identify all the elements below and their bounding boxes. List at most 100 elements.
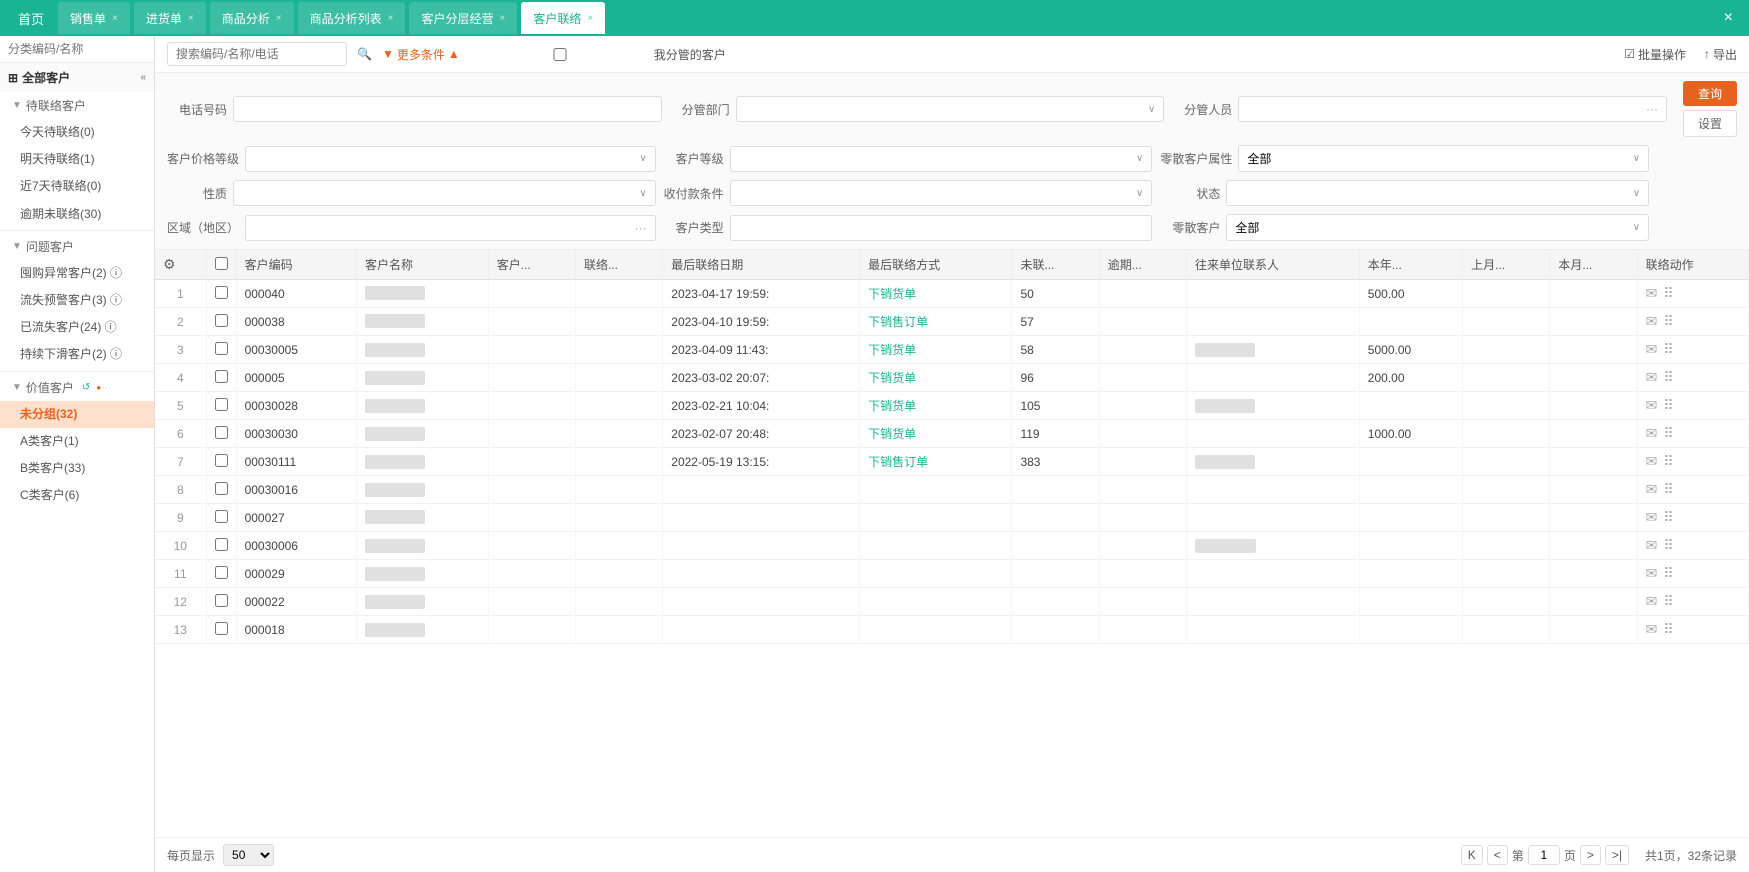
last-contact-method-cell[interactable]: 下销货单 (860, 280, 1012, 308)
more-actions-icon[interactable]: ⠿ (1663, 509, 1673, 526)
per-page-select[interactable]: 50 100 200 (223, 844, 274, 866)
select-all-checkbox[interactable] (215, 257, 228, 270)
all-customers-header[interactable]: ⊞ 全部客户 « (0, 63, 154, 92)
message-icon[interactable]: ✉ (1646, 481, 1658, 498)
value-customers-group[interactable]: ▼ 价值客户 ↺ ● (0, 374, 154, 401)
last-contact-method-cell[interactable] (860, 532, 1012, 560)
first-page-button[interactable]: K (1461, 845, 1483, 865)
last-contact-method-link[interactable]: 下销售订单 (868, 315, 928, 329)
row-checkbox[interactable] (215, 370, 228, 383)
last-contact-method-cell[interactable]: 下销货单 (860, 420, 1012, 448)
last-contact-method-link[interactable]: 下销货单 (868, 399, 916, 413)
last-contact-method-link[interactable]: 下销货单 (868, 287, 916, 301)
sidebar-search-input[interactable] (8, 42, 155, 56)
message-icon[interactable]: ✉ (1646, 565, 1658, 582)
row-checkbox-cell[interactable] (206, 336, 236, 364)
tab-product-analysis[interactable]: 商品分析 × (210, 2, 294, 34)
row-checkbox[interactable] (215, 342, 228, 355)
message-icon[interactable]: ✉ (1646, 453, 1658, 470)
tab-customer-segmentation[interactable]: 客户分层经营 × (409, 2, 517, 34)
more-actions-icon[interactable]: ⠿ (1663, 397, 1673, 414)
message-icon[interactable]: ✉ (1646, 621, 1658, 638)
class-b-item[interactable]: B类客户(33) (0, 455, 154, 482)
my-customers-checkbox[interactable] (470, 48, 650, 61)
more-actions-icon[interactable]: ⠿ (1663, 369, 1673, 386)
row-checkbox[interactable] (215, 454, 228, 467)
manager-input[interactable]: ··· (1238, 96, 1667, 122)
row-checkbox-cell[interactable] (206, 616, 236, 644)
unclassified-group-item[interactable]: 未分组(32) (0, 401, 154, 428)
row-checkbox-cell[interactable] (206, 476, 236, 504)
row-checkbox-cell[interactable] (206, 560, 236, 588)
message-icon[interactable]: ✉ (1646, 369, 1658, 386)
row-checkbox-cell[interactable] (206, 392, 236, 420)
next-page-button[interactable]: > (1580, 845, 1601, 865)
problem-customers-group[interactable]: ▼ 问题客户 (0, 233, 154, 260)
search-input[interactable] (167, 42, 347, 66)
class-a-item[interactable]: A类客户(1) (0, 428, 154, 455)
last-contact-method-cell[interactable] (860, 504, 1012, 532)
last-contact-method-cell[interactable] (860, 560, 1012, 588)
col-select-all[interactable] (206, 250, 236, 280)
tomorrow-pending-item[interactable]: 明天待联络(1) (0, 146, 154, 173)
row-checkbox[interactable] (215, 482, 228, 495)
retail-attr-input[interactable]: 全部∨ (1238, 145, 1649, 172)
row-checkbox[interactable] (215, 510, 228, 523)
more-conditions-button[interactable]: ▼ 更多条件 ▲ (382, 46, 460, 63)
col-gear[interactable]: ⚙ (155, 250, 206, 280)
tab-purchase-order[interactable]: 进货单 × (134, 2, 206, 34)
pending-contact-group[interactable]: ▼ 待联络客户 (0, 92, 154, 119)
more-actions-icon[interactable]: ⠿ (1663, 341, 1673, 358)
tab-sales-order[interactable]: 销售单 × (58, 2, 130, 34)
tab-customer-contact[interactable]: 客户联络 × (521, 2, 605, 34)
row-checkbox[interactable] (215, 566, 228, 579)
close-all-button[interactable]: × (1716, 5, 1741, 31)
phone-input[interactable] (233, 96, 662, 122)
search-button[interactable]: 🔍 (357, 47, 372, 61)
more-actions-icon[interactable]: ⠿ (1663, 621, 1673, 638)
last-contact-method-link[interactable]: 下销货单 (868, 427, 916, 441)
more-actions-icon[interactable]: ⠿ (1663, 537, 1673, 554)
declining-customers-item[interactable]: 持续下滑客户(2) ⓘ (0, 341, 154, 368)
payment-input[interactable]: ∨ (730, 180, 1153, 206)
last-contact-method-link[interactable]: 下销货单 (868, 343, 916, 357)
region-input[interactable]: ··· (245, 215, 656, 241)
message-icon[interactable]: ✉ (1646, 285, 1658, 302)
close-customer-segmentation-icon[interactable]: × (499, 13, 505, 24)
last-contact-method-cell[interactable] (860, 588, 1012, 616)
search-button[interactable]: 查询 (1683, 81, 1737, 106)
more-actions-icon[interactable]: ⠿ (1663, 425, 1673, 442)
last-contact-method-cell[interactable]: 下销货单 (860, 336, 1012, 364)
row-checkbox[interactable] (215, 314, 228, 327)
more-actions-icon[interactable]: ⠿ (1663, 313, 1673, 330)
reset-button[interactable]: 设置 (1683, 110, 1737, 137)
close-customer-contact-icon[interactable]: × (587, 13, 593, 24)
message-icon[interactable]: ✉ (1646, 313, 1658, 330)
collapse-icon[interactable]: « (140, 72, 146, 83)
row-checkbox[interactable] (215, 538, 228, 551)
prev-page-button[interactable]: < (1487, 845, 1508, 865)
row-checkbox[interactable] (215, 286, 228, 299)
export-button[interactable]: ↑ 导出 (1704, 46, 1737, 63)
lost-customers-item[interactable]: 已流失客户(24) ⓘ (0, 314, 154, 341)
row-checkbox[interactable] (215, 622, 228, 635)
close-product-analysis-list-icon[interactable]: × (388, 13, 394, 24)
overdue-not-contacted-item[interactable]: 逾期未联络(30) (0, 201, 154, 228)
my-customers-filter[interactable]: 我分管的客户 (470, 46, 726, 63)
message-icon[interactable]: ✉ (1646, 509, 1658, 526)
price-level-input[interactable]: ∨ (245, 146, 656, 172)
last-contact-method-cell[interactable]: 下销货单 (860, 364, 1012, 392)
home-tab[interactable]: 首页 (8, 3, 54, 34)
close-purchase-order-icon[interactable]: × (188, 13, 194, 24)
last-contact-method-cell[interactable]: 下销货单 (860, 392, 1012, 420)
row-checkbox-cell[interactable] (206, 504, 236, 532)
last-contact-method-cell[interactable]: 下销售订单 (860, 448, 1012, 476)
message-icon[interactable]: ✉ (1646, 341, 1658, 358)
last-contact-method-cell[interactable]: 下销售订单 (860, 308, 1012, 336)
row-checkbox-cell[interactable] (206, 308, 236, 336)
row-checkbox-cell[interactable] (206, 280, 236, 308)
row-checkbox[interactable] (215, 426, 228, 439)
week-pending-item[interactable]: 近7天待联络(0) (0, 173, 154, 200)
refresh-icon[interactable]: ↺ (82, 382, 90, 393)
row-checkbox-cell[interactable] (206, 448, 236, 476)
